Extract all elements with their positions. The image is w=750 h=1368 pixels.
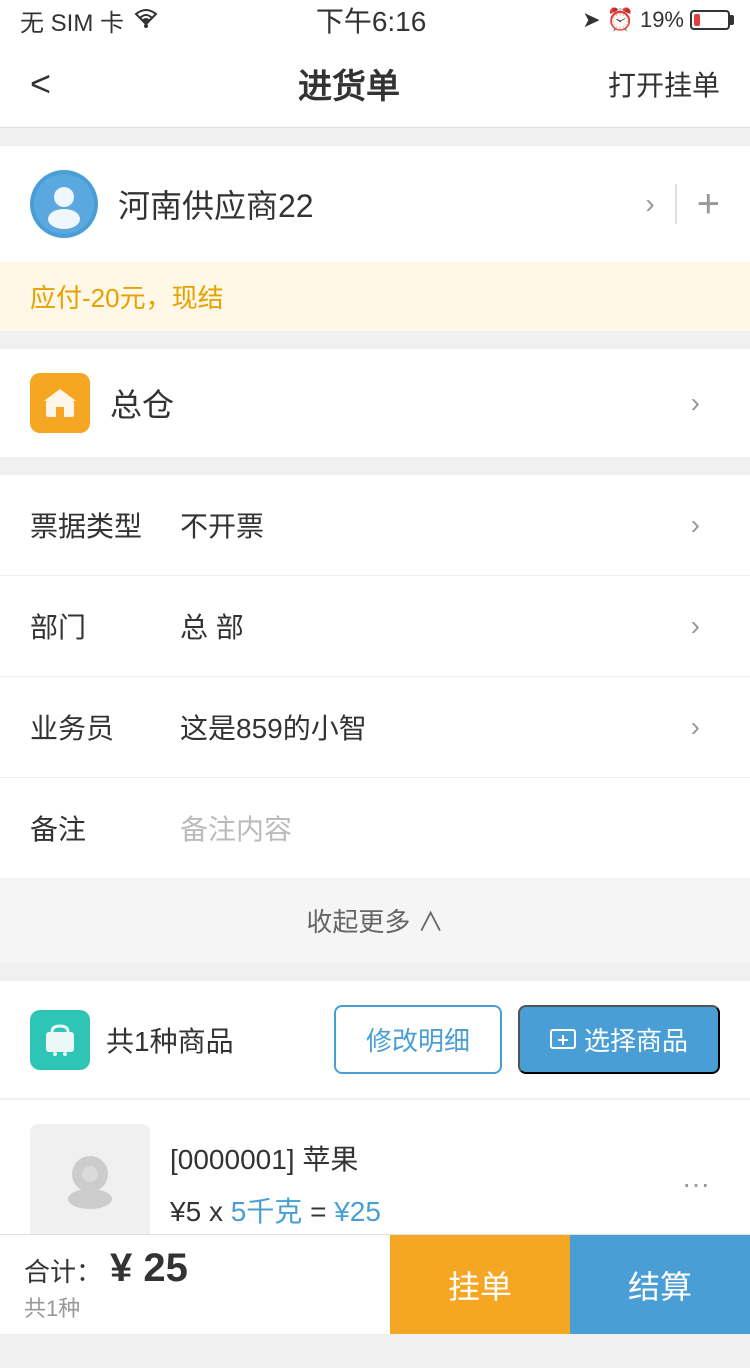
warning-banner: 应付-20元，现结 — [0, 262, 750, 331]
product-title: 苹果 — [302, 1144, 358, 1175]
department-label: 部门 — [30, 606, 150, 646]
total-amount: ¥ 25 — [110, 1246, 188, 1291]
remark-label: 备注 — [30, 808, 150, 848]
warehouse-name: 总仓 — [110, 380, 691, 426]
price-value: ¥5 — [170, 1196, 201, 1227]
supplier-avatar — [30, 170, 98, 238]
time-label: 下午6:16 — [316, 0, 427, 40]
product-thumbnail — [30, 1124, 150, 1244]
battery-fill — [694, 14, 700, 26]
salesperson-chevron-icon: › — [691, 711, 700, 743]
product-more-button[interactable]: ··· — [672, 1158, 720, 1210]
alarm-icon: ⏰ — [607, 7, 634, 33]
salesperson-value: 这是859的小智 — [150, 707, 691, 747]
location-icon: ➤ — [582, 7, 600, 33]
mid-divider-2 — [0, 457, 750, 475]
remark-placeholder[interactable]: 备注内容 — [150, 808, 720, 848]
supplier-chevron-icon: › — [645, 188, 654, 220]
nav-bar: < 进货单 打开挂单 — [0, 40, 750, 128]
open-hang-button[interactable]: 打开挂单 — [608, 64, 720, 104]
total-label: 合计： — [24, 1252, 102, 1289]
back-button[interactable]: < — [30, 63, 90, 105]
wifi-icon — [132, 6, 160, 35]
bottom-bar: 合计： ¥ 25 共1种 挂单 结算 — [0, 1234, 750, 1334]
settle-button[interactable]: 结算 — [570, 1235, 750, 1334]
total-value: ¥25 — [334, 1196, 381, 1227]
carrier-label: 无 SIM 卡 — [20, 3, 124, 38]
status-left: 无 SIM 卡 — [20, 3, 160, 38]
form-row-department[interactable]: 部门 总 部 › — [0, 575, 750, 676]
price-multiply: x — [209, 1196, 231, 1227]
product-icon — [30, 1010, 90, 1070]
supplier-name: 河南供应商22 — [118, 181, 645, 227]
supplier-row[interactable]: 河南供应商22 › + — [0, 146, 750, 262]
form-section: 票据类型 不开票 › 部门 总 部 › 业务员 这是859的小智 › 备注 备注… — [0, 475, 750, 878]
total-count: 共1种 — [24, 1291, 366, 1323]
product-price: ¥5 x 5千克 = ¥25 — [170, 1190, 672, 1230]
product-name: [0000001] 苹果 — [170, 1138, 672, 1178]
quantity-value: 5千克 — [231, 1196, 303, 1227]
page-title: 进货单 — [298, 59, 400, 108]
product-thumb-icon — [50, 1144, 130, 1224]
modify-detail-button[interactable]: 修改明细 — [334, 1005, 502, 1074]
status-bar: 无 SIM 卡 下午6:16 ➤ ⏰ 19% — [0, 0, 750, 40]
battery-percent: 19% — [640, 7, 684, 33]
product-header: 共1种商品 修改明细 选择商品 — [0, 963, 750, 1098]
select-product-icon — [550, 1029, 576, 1051]
total-row: 合计： ¥ 25 — [24, 1246, 366, 1291]
cart-icon — [42, 1022, 78, 1058]
department-value: 总 部 — [150, 606, 691, 646]
invoice-value: 不开票 — [150, 505, 691, 545]
form-row-remark[interactable]: 备注 备注内容 — [0, 777, 750, 878]
battery-icon — [690, 10, 730, 30]
supplier-divider — [675, 184, 677, 224]
avatar-icon — [39, 179, 89, 229]
select-product-label: 选择商品 — [584, 1021, 688, 1058]
invoice-label: 票据类型 — [30, 505, 150, 545]
status-right: ➤ ⏰ 19% — [582, 7, 730, 33]
product-info: [0000001] 苹果 ¥5 x 5千克 = ¥25 — [170, 1138, 672, 1230]
warehouse-icon — [30, 373, 90, 433]
mid-divider-1 — [0, 331, 750, 349]
warehouse-section: 总仓 › — [0, 349, 750, 457]
top-divider — [0, 128, 750, 146]
warehouse-svg-icon — [42, 385, 78, 421]
collapse-button[interactable]: 收起更多 ∧ — [0, 878, 750, 963]
warehouse-chevron-icon: › — [691, 387, 700, 419]
form-row-invoice[interactable]: 票据类型 不开票 › — [0, 475, 750, 575]
select-product-button[interactable]: 选择商品 — [518, 1005, 720, 1074]
product-code: [0000001] — [170, 1144, 295, 1175]
supplier-section: 河南供应商22 › + 应付-20元，现结 — [0, 146, 750, 331]
product-count-label: 共1种商品 — [106, 1020, 334, 1060]
price-equals: = — [310, 1196, 334, 1227]
invoice-chevron-icon: › — [691, 509, 700, 541]
hang-button[interactable]: 挂单 — [390, 1235, 570, 1334]
form-row-salesperson[interactable]: 业务员 这是859的小智 › — [0, 676, 750, 777]
total-section: 合计： ¥ 25 共1种 — [0, 1235, 390, 1334]
avatar-inner — [34, 174, 94, 234]
warehouse-row[interactable]: 总仓 › — [0, 349, 750, 457]
add-supplier-button[interactable]: + — [697, 182, 720, 227]
department-chevron-icon: › — [691, 610, 700, 642]
salesperson-label: 业务员 — [30, 707, 150, 747]
